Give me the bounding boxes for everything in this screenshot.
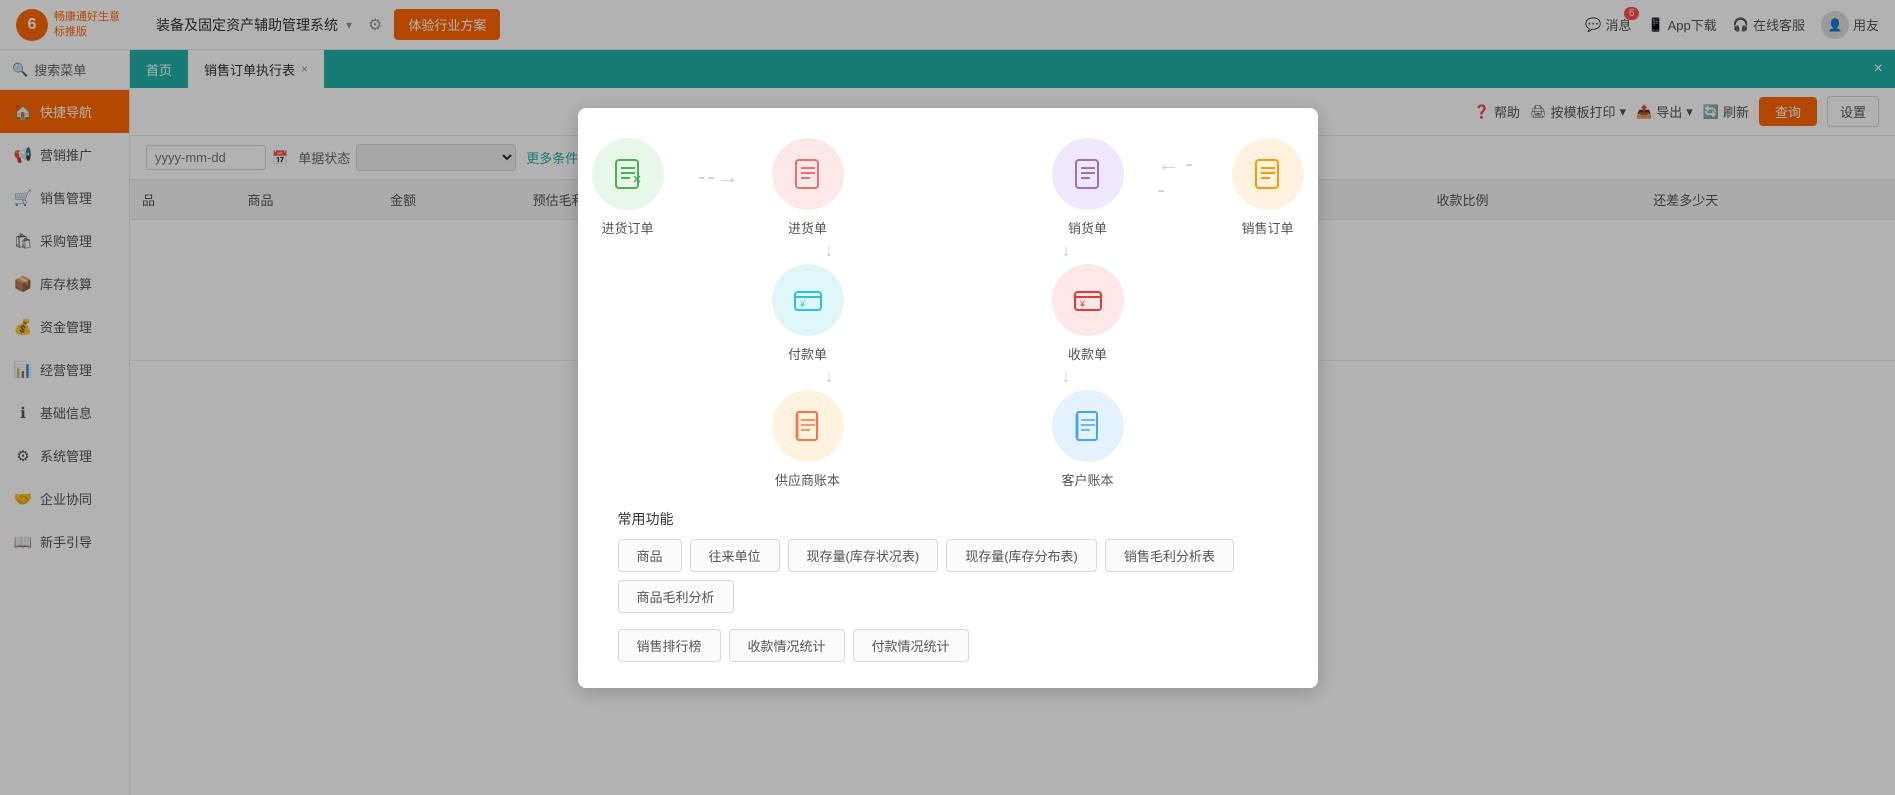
sales-slip-icon [1052,138,1124,210]
func-button-4[interactable]: 销售毛利分析表 [1105,539,1234,572]
purchase-order-icon [592,138,664,210]
func-button-2[interactable]: 现存量(库存状况表) [788,539,939,572]
func-buttons-group: 商品往来单位现存量(库存状况表)现存量(库存分布表)销售毛利分析表商品毛利分析销… [618,539,1278,662]
supplier-account-icon [772,390,844,462]
func-button-1[interactable]: 往来单位 [690,539,780,572]
flow-node-payment[interactable]: ¥ 付款单 [738,264,878,363]
arrow-down-payment: ↓ [770,363,888,390]
flow-label-purchase-order: 进货订单 [601,218,653,237]
flow-node-sales-order[interactable]: 销售订单 [1198,138,1318,237]
flow-node-supplier-account[interactable]: 供应商账本 [738,390,878,489]
flow-node-purchase-slip[interactable]: 进货单 [738,138,878,237]
receipt-icon: ¥ [1052,264,1124,336]
flow-node-receipt[interactable]: ¥ 收款单 [1018,264,1158,363]
flow-label-sales-order: 销售订单 [1241,218,1293,237]
common-funcs-title: 常用功能 [618,509,1278,529]
func-button-6[interactable]: 销售排行榜 [618,629,721,662]
flow-label-customer-account: 客户账本 [1061,470,1113,489]
purchase-slip-icon [772,138,844,210]
modal-overlay[interactable]: 进货订单 - - → 进货单 [0,0,1895,795]
arrow-down-purchase: ↓ [770,237,888,264]
func-button-0[interactable]: 商品 [618,539,682,572]
flow-label-sales-slip: 销货单 [1068,218,1107,237]
sales-order-icon [1232,138,1304,210]
flow-label-payment: 付款单 [788,344,827,363]
flow-node-sales-slip[interactable]: 销货单 [1018,138,1158,237]
flow-label-purchase-slip: 进货单 [788,218,827,237]
payment-icon: ¥ [772,264,844,336]
arrow-down-receipt: ↓ [1007,363,1125,390]
flow-node-purchase-order[interactable]: 进货订单 [578,138,698,237]
func-button-8[interactable]: 付款情况统计 [853,629,969,662]
arrow-down-sales-slip: ↓ [1007,237,1125,264]
svg-text:¥: ¥ [799,299,806,309]
flow-node-customer-account[interactable]: 客户账本 [1018,390,1158,489]
svg-text:¥: ¥ [1079,299,1086,309]
func-button-5[interactable]: 商品毛利分析 [618,580,734,613]
func-button-7[interactable]: 收款情况统计 [729,629,845,662]
customer-account-icon [1052,390,1124,462]
flow-label-supplier-account: 供应商账本 [775,470,840,489]
common-funcs-section: 常用功能 商品往来单位现存量(库存状况表)现存量(库存分布表)销售毛利分析表商品… [618,509,1278,662]
func-button-3[interactable]: 现存量(库存分布表) [946,539,1097,572]
quick-nav-modal: 进货订单 - - → 进货单 [578,108,1318,688]
flow-label-receipt: 收款单 [1068,344,1107,363]
